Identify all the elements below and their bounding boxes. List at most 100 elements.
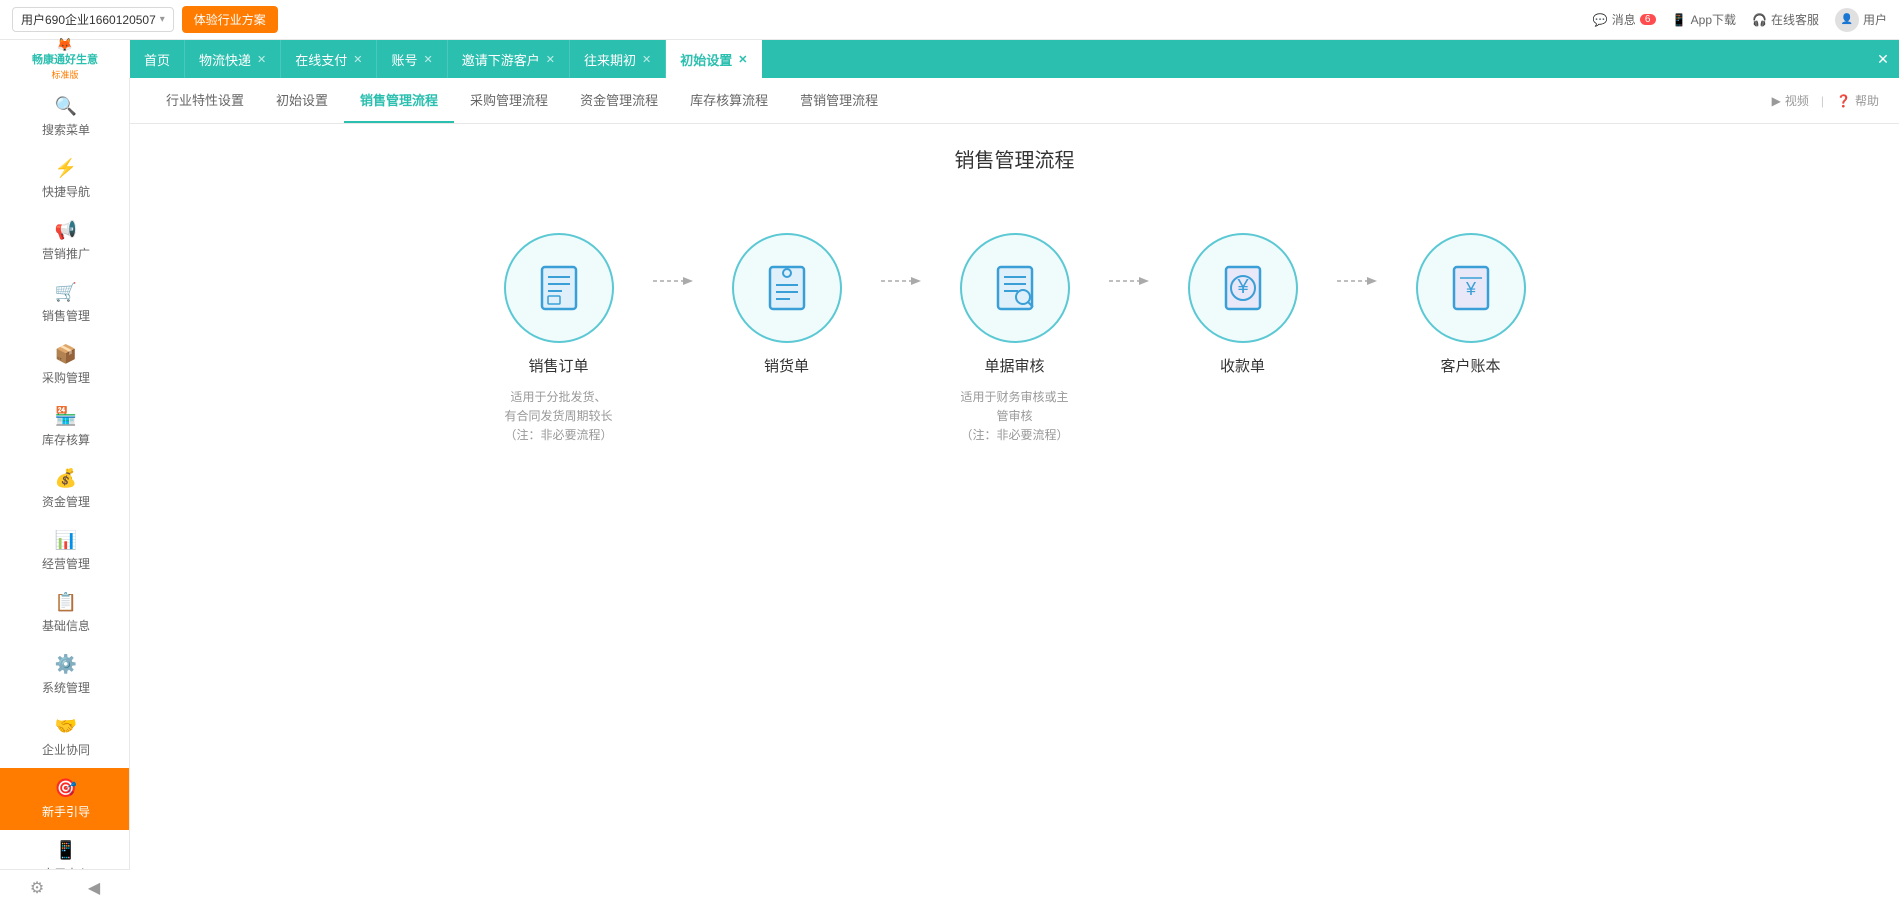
- close-account-icon[interactable]: ✕: [424, 53, 433, 66]
- close-invite-icon[interactable]: ✕: [546, 53, 555, 66]
- flow-arrow-2: [877, 271, 925, 291]
- flow-circle-ledger: ¥: [1416, 233, 1526, 343]
- operations-icon: 📊: [55, 530, 77, 551]
- sidebar-item-purchase[interactable]: 📦 采购管理: [0, 334, 129, 396]
- collapse-sidebar-button[interactable]: ◀: [88, 878, 100, 898]
- sidebar-label-search: 搜索菜单: [42, 121, 90, 138]
- online-service-button[interactable]: 🎧 在线客服: [1752, 11, 1819, 28]
- page-title: 销售管理流程: [170, 144, 1859, 173]
- nav-tab-initial-label: 初始设置: [680, 50, 732, 69]
- close-period-icon[interactable]: ✕: [642, 53, 651, 66]
- close-logistics-icon[interactable]: ✕: [257, 53, 266, 66]
- flow-circle-sales-slip: [732, 233, 842, 343]
- logo-icon: 🦊: [57, 37, 73, 53]
- help-button[interactable]: ❓ 帮助: [1836, 92, 1879, 109]
- flow-circle-receipt: ¥: [1188, 233, 1298, 343]
- nav-tab-invite[interactable]: 邀请下游客户 ✕: [448, 40, 570, 78]
- sidebar-item-collab[interactable]: 🤝 企业协同: [0, 706, 129, 768]
- flow-label-receipt: 收款单: [1220, 355, 1265, 376]
- subtab-purchase-flow[interactable]: 采购管理流程: [454, 78, 564, 123]
- logo-area: 🦊 畅康通好生意 标准版: [0, 40, 130, 78]
- flow-desc-audit: 适用于财务审核或主管审核（注：非必要流程）: [960, 388, 1068, 446]
- sidebar-item-finance[interactable]: 💰 资金管理: [0, 458, 129, 520]
- subtab-industry[interactable]: 行业特性设置: [150, 78, 260, 123]
- top-bar-right: 💬 消息 6 📱 App下载 🎧 在线客服 👤 用户: [1593, 8, 1887, 32]
- sales-icon: 🛒: [55, 282, 77, 303]
- sidebar-label-finance: 资金管理: [42, 493, 90, 510]
- subtab-finance-flow-label: 资金管理流程: [580, 93, 658, 108]
- collab-icon: 🤝: [55, 716, 77, 737]
- sidebar-item-inventory[interactable]: 🏪 库存核算: [0, 396, 129, 458]
- nav-tab-period[interactable]: 往来期初 ✕: [570, 40, 666, 78]
- sidebar-item-quick-nav[interactable]: ⚡ 快捷导航: [0, 148, 129, 210]
- flow-item-sales-order: 销售订单 适用于分批发货、有合同发货周期较长（注：非必要流程）: [469, 233, 649, 446]
- close-initial-icon[interactable]: ✕: [738, 53, 747, 66]
- subtab-sales-flow-label: 销售管理流程: [360, 93, 438, 108]
- app-download-button[interactable]: 📱 App下载: [1672, 11, 1736, 28]
- trial-button[interactable]: 体验行业方案: [182, 6, 278, 33]
- sidebar-label-sales: 销售管理: [42, 307, 90, 324]
- nav-tab-account[interactable]: 账号 ✕: [377, 40, 447, 78]
- close-payment-icon[interactable]: ✕: [353, 53, 362, 66]
- nav-area: 🦊 畅康通好生意 标准版 首页 物流快递 ✕ 在线支付 ✕ 账号 ✕ 邀请下游客…: [0, 40, 1899, 78]
- user-profile[interactable]: 👤 用户: [1835, 8, 1887, 32]
- avatar: 👤: [1835, 8, 1859, 32]
- help-icon: ❓: [1836, 94, 1851, 108]
- flow-item-sales-slip: 销货单: [697, 233, 877, 388]
- nav-tab-account-label: 账号: [391, 50, 417, 69]
- divider: |: [1821, 94, 1824, 108]
- svg-text:¥: ¥: [1464, 279, 1476, 299]
- sidebar-item-operations[interactable]: 📊 经营管理: [0, 520, 129, 582]
- sidebar-item-search[interactable]: 🔍 搜索菜单: [0, 86, 129, 148]
- system-icon: ⚙️: [55, 654, 77, 675]
- sidebar-label-purchase: 采购管理: [42, 369, 90, 386]
- subtab-finance-flow[interactable]: 资金管理流程: [564, 78, 674, 123]
- nav-tabs: 首页 物流快递 ✕ 在线支付 ✕ 账号 ✕ 邀请下游客户 ✕ 往来期初 ✕ 初始…: [0, 40, 1899, 78]
- message-icon: 💬: [1593, 13, 1608, 27]
- flow-label-sales-order: 销售订单: [528, 355, 588, 376]
- quick-nav-icon: ⚡: [55, 158, 77, 179]
- subtab-inventory-flow-label: 库存核算流程: [690, 93, 768, 108]
- main-layout: 🔍 搜索菜单 ⚡ 快捷导航 📢 营销推广 🛒 销售管理 📦 采购管理 🏪 库存核…: [0, 78, 1899, 906]
- sidebar-item-sales[interactable]: 🛒 销售管理: [0, 272, 129, 334]
- video-help-button[interactable]: ▶ 视频: [1772, 92, 1809, 109]
- svg-text:¥: ¥: [1236, 276, 1249, 298]
- nav-close-all-button[interactable]: ✕: [1867, 40, 1899, 78]
- sidebar-label-system: 系统管理: [42, 679, 90, 696]
- nav-tab-payment[interactable]: 在线支付 ✕: [281, 40, 377, 78]
- messages-button[interactable]: 💬 消息 6: [1593, 11, 1656, 28]
- sidebar-item-basic[interactable]: 📋 基础信息: [0, 582, 129, 644]
- sub-tabs: 行业特性设置 初始设置 销售管理流程 采购管理流程 资金管理流程 库存核算流程 …: [130, 78, 1899, 124]
- sidebar-item-guide[interactable]: 🎯 新手引导: [0, 768, 129, 830]
- sidebar: 🔍 搜索菜单 ⚡ 快捷导航 📢 营销推广 🛒 销售管理 📦 采购管理 🏪 库存核…: [0, 78, 130, 906]
- subtab-marketing-flow[interactable]: 营销管理流程: [784, 78, 894, 123]
- nav-tab-home-label: 首页: [144, 50, 170, 69]
- flow-label-audit: 单据审核: [984, 355, 1044, 376]
- sidebar-item-system[interactable]: ⚙️ 系统管理: [0, 644, 129, 706]
- sub-tab-actions: ▶ 视频 | ❓ 帮助: [1772, 92, 1879, 109]
- subtab-marketing-flow-label: 营销管理流程: [800, 93, 878, 108]
- messages-label: 消息: [1612, 11, 1636, 28]
- logo-text-line1: 畅康通好生意: [32, 53, 98, 67]
- subtab-initial[interactable]: 初始设置: [260, 78, 344, 123]
- flow-circle-sales-order: [504, 233, 614, 343]
- sidebar-label-quick-nav: 快捷导航: [42, 183, 90, 200]
- nav-tab-payment-label: 在线支付: [295, 50, 347, 69]
- sidebar-item-marketing[interactable]: 📢 营销推广: [0, 210, 129, 272]
- subtab-sales-flow[interactable]: 销售管理流程: [344, 78, 454, 123]
- top-bar-left: 用户690企业1660120507 ▾ 体验行业方案: [12, 6, 278, 33]
- sidebar-label-collab: 企业协同: [42, 741, 90, 758]
- settings-gear-button[interactable]: ⚙: [30, 878, 44, 898]
- flow-arrow-1: [649, 271, 697, 291]
- user-label: 用户690企业1660120507: [21, 11, 156, 28]
- logo-text-line2: 标准版: [51, 68, 78, 81]
- nav-tab-home[interactable]: 首页: [130, 40, 185, 78]
- user-selector[interactable]: 用户690企业1660120507 ▾: [12, 7, 174, 32]
- subtab-inventory-flow[interactable]: 库存核算流程: [674, 78, 784, 123]
- nav-tab-logistics[interactable]: 物流快递 ✕: [185, 40, 281, 78]
- flow-item-ledger: ¥ 客户账本: [1381, 233, 1561, 388]
- user-display-name: 用户: [1863, 11, 1887, 28]
- nav-tab-initial[interactable]: 初始设置 ✕: [666, 40, 762, 78]
- flow-arrow-4: [1333, 271, 1381, 291]
- sidebar-bottom: ⚙ ◀: [0, 869, 130, 906]
